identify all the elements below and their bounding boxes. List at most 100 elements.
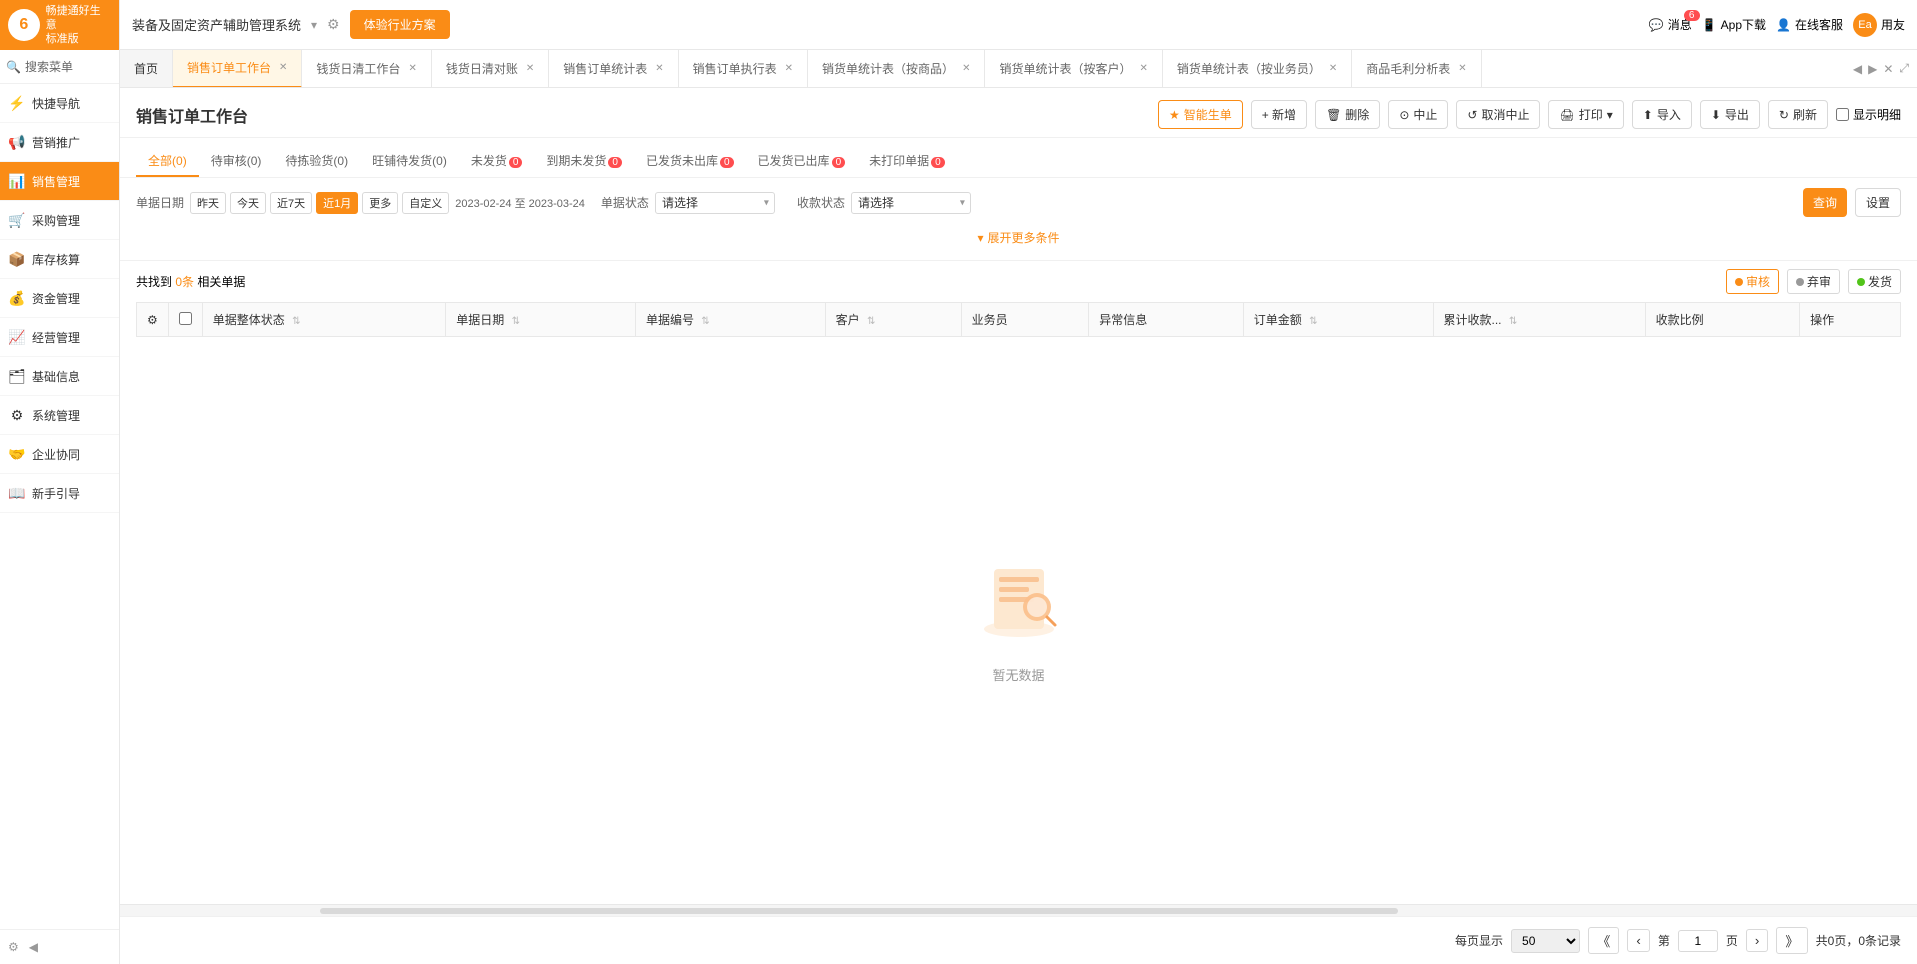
tab-product-margin[interactable]: 商品毛利分析表 ✕ [1352, 50, 1481, 88]
abandon-review-btn[interactable]: 弃审 [1787, 269, 1840, 294]
show-detail-checkbox[interactable]: 显示明细 [1836, 106, 1901, 123]
settings-gear-icon[interactable]: ⚙ [327, 16, 340, 33]
tab-close-icon[interactable]: ✕ [962, 63, 970, 74]
filter-area: 单据日期 昨天 今天 近7天 近1月 更多 自定义 2023-02-24 至 2… [120, 178, 1917, 261]
stop-btn[interactable]: ⊙ 中止 [1388, 100, 1448, 129]
tab-close-icon[interactable]: ✕ [655, 63, 663, 74]
sidebar-item-finance[interactable]: 💰 资金管理 [0, 279, 119, 318]
tab-sales-summary-product[interactable]: 销货单统计表（按商品） ✕ [808, 50, 985, 88]
smart-gen-btn[interactable]: ★ 智能生单 [1158, 100, 1243, 129]
th-settings[interactable]: ⚙ [137, 303, 169, 337]
horizontal-scrollbar[interactable] [320, 908, 1398, 914]
topbar-title: 装备及固定资产辅助管理系统 [132, 15, 301, 34]
online-service-btn[interactable]: 👤 在线客服 [1776, 16, 1843, 33]
th-customer[interactable]: 客户 ⇅ [825, 303, 961, 337]
tab-sales-exec[interactable]: 销售订单执行表 ✕ [679, 50, 808, 88]
date-btn-7days[interactable]: 近7天 [270, 192, 312, 214]
sub-tab-all[interactable]: 全部(0) [136, 146, 199, 177]
review-btn[interactable]: 审核 [1726, 269, 1779, 294]
sidebar-item-operations[interactable]: 📈 经营管理 [0, 318, 119, 357]
sidebar-item-inventory[interactable]: 📦 库存核算 [0, 240, 119, 279]
sidebar-item-basic[interactable]: 🗂 基础信息 [0, 357, 119, 396]
app-download-btn[interactable]: 📱 App下载 [1702, 16, 1766, 33]
sub-tab-unprinted[interactable]: 未打印单据0 [857, 146, 957, 177]
tab-next-icon[interactable]: ▶ [1868, 62, 1877, 76]
page-last-btn[interactable]: 》 [1776, 927, 1807, 954]
sidebar-item-enterprise[interactable]: 🤝 企业协同 [0, 435, 119, 474]
chevron-down-icon[interactable]: ▾ [311, 18, 317, 32]
tab-cash-reconcile[interactable]: 钱货日清对账 ✕ [432, 50, 549, 88]
delete-btn[interactable]: 🗑 删除 [1315, 100, 1380, 129]
date-btn-custom[interactable]: 自定义 [402, 192, 449, 214]
sub-tab-shipped-out[interactable]: 已发货已出库0 [746, 146, 858, 177]
status-select[interactable]: 请选择 [655, 192, 775, 214]
sub-tab-expired-unshipped[interactable]: 到期未发货0 [534, 146, 634, 177]
date-btn-more[interactable]: 更多 [362, 192, 398, 214]
date-btn-yesterday[interactable]: 昨天 [190, 192, 226, 214]
online-service-label: 在线客服 [1795, 16, 1843, 33]
expand-more-btn[interactable]: ▾ 展开更多条件 [136, 225, 1901, 250]
th-status[interactable]: 单据整体状态 ⇅ [202, 303, 445, 337]
payment-select[interactable]: 请选择 [851, 192, 971, 214]
print-btn[interactable]: 🖨 打印 ▾ [1548, 100, 1623, 129]
industry-btn[interactable]: 体验行业方案 [350, 10, 450, 39]
page-prev-btn[interactable]: ‹ [1627, 929, 1649, 952]
settings-btn[interactable]: 设置 [1855, 188, 1901, 217]
main-content: 装备及固定资产辅助管理系统 ▾ ⚙ 体验行业方案 💬 消息 6 📱 App下载 … [120, 0, 1917, 964]
sub-tab-unshipped[interactable]: 未发货0 [459, 146, 535, 177]
settings-icon[interactable]: ⚙ [8, 940, 19, 954]
tab-close-icon[interactable]: ✕ [279, 62, 287, 73]
import-btn[interactable]: ⬆ 导入 [1632, 100, 1692, 129]
print-dropdown-icon[interactable]: ▾ [1607, 108, 1613, 122]
detail-checkbox-input[interactable] [1836, 108, 1849, 121]
tab-close-icon[interactable]: ✕ [1458, 63, 1466, 74]
tab-close-icon[interactable]: ✕ [526, 63, 534, 74]
cancel-stop-btn[interactable]: ↺ 取消中止 [1456, 100, 1540, 129]
ship-btn[interactable]: 发货 [1848, 269, 1901, 294]
tab-close-icon[interactable]: ✕ [408, 63, 416, 74]
page-size-select[interactable]: 50 100 200 [1511, 929, 1580, 953]
collapse-icon[interactable]: ◀ [29, 940, 38, 954]
date-btn-today[interactable]: 今天 [230, 192, 266, 214]
tab-close-icon[interactable]: ✕ [1329, 63, 1337, 74]
sub-tab-shipped-no-out[interactable]: 已发货未出库0 [634, 146, 746, 177]
page-number-input[interactable] [1678, 930, 1718, 952]
th-amount[interactable]: 订单金额 ⇅ [1243, 303, 1433, 337]
user-btn[interactable]: Ea 用友 [1853, 13, 1905, 37]
page-next-btn[interactable]: › [1746, 929, 1768, 952]
page-first-btn[interactable]: 《 [1588, 927, 1619, 954]
add-btn[interactable]: + 新增 [1251, 100, 1307, 129]
sub-tab-pending-review[interactable]: 待审核(0) [199, 146, 274, 177]
tab-maximize-icon[interactable]: ⤢ [1899, 61, 1909, 76]
th-received[interactable]: 累计收款... ⇅ [1433, 303, 1645, 337]
tab-close-all-icon[interactable]: ✕ [1883, 62, 1893, 76]
sidebar-item-system[interactable]: ⚙ 系统管理 [0, 396, 119, 435]
sidebar-item-quick-nav[interactable]: ⚡ 快捷导航 [0, 84, 119, 123]
print-icon: 🖨 [1559, 108, 1574, 122]
tab-sales-order[interactable]: 销售订单工作台 ✕ [173, 50, 302, 88]
th-number[interactable]: 单据编号 ⇅ [635, 303, 825, 337]
empty-state: 暂无数据 [136, 337, 1901, 896]
tab-prev-icon[interactable]: ◀ [1853, 62, 1862, 76]
select-all-checkbox[interactable] [179, 312, 192, 325]
tab-close-icon[interactable]: ✕ [1139, 63, 1147, 74]
th-date[interactable]: 单据日期 ⇅ [446, 303, 636, 337]
sidebar-item-sales[interactable]: 📊 销售管理 [0, 162, 119, 201]
tab-cash-daily[interactable]: 钱货日清工作台 ✕ [302, 50, 431, 88]
query-btn[interactable]: 查询 [1803, 188, 1847, 217]
sidebar-item-guide[interactable]: 📖 新手引导 [0, 474, 119, 513]
sub-tab-wangpu[interactable]: 旺铺待发货(0) [360, 146, 459, 177]
tab-sales-stats[interactable]: 销售订单统计表 ✕ [549, 50, 678, 88]
sidebar-item-purchase[interactable]: 🛒 采购管理 [0, 201, 119, 240]
sub-tab-pending-inspection[interactable]: 待拣验货(0) [273, 146, 360, 177]
messages-btn[interactable]: 💬 消息 6 [1649, 16, 1692, 33]
tab-sales-summary-staff[interactable]: 销货单统计表（按业务员） ✕ [1163, 50, 1352, 88]
export-btn[interactable]: ⬇ 导出 [1700, 100, 1760, 129]
search-menu[interactable]: 🔍 搜索菜单 [0, 50, 119, 84]
refresh-btn[interactable]: ↻ 刷新 [1768, 100, 1828, 129]
tab-home[interactable]: 首页 [120, 50, 173, 88]
sidebar-item-marketing[interactable]: 📢 营销推广 [0, 123, 119, 162]
date-btn-1month[interactable]: 近1月 [316, 192, 358, 214]
tab-close-icon[interactable]: ✕ [785, 63, 793, 74]
tab-sales-summary-customer[interactable]: 销货单统计表（按客户） ✕ [985, 50, 1162, 88]
